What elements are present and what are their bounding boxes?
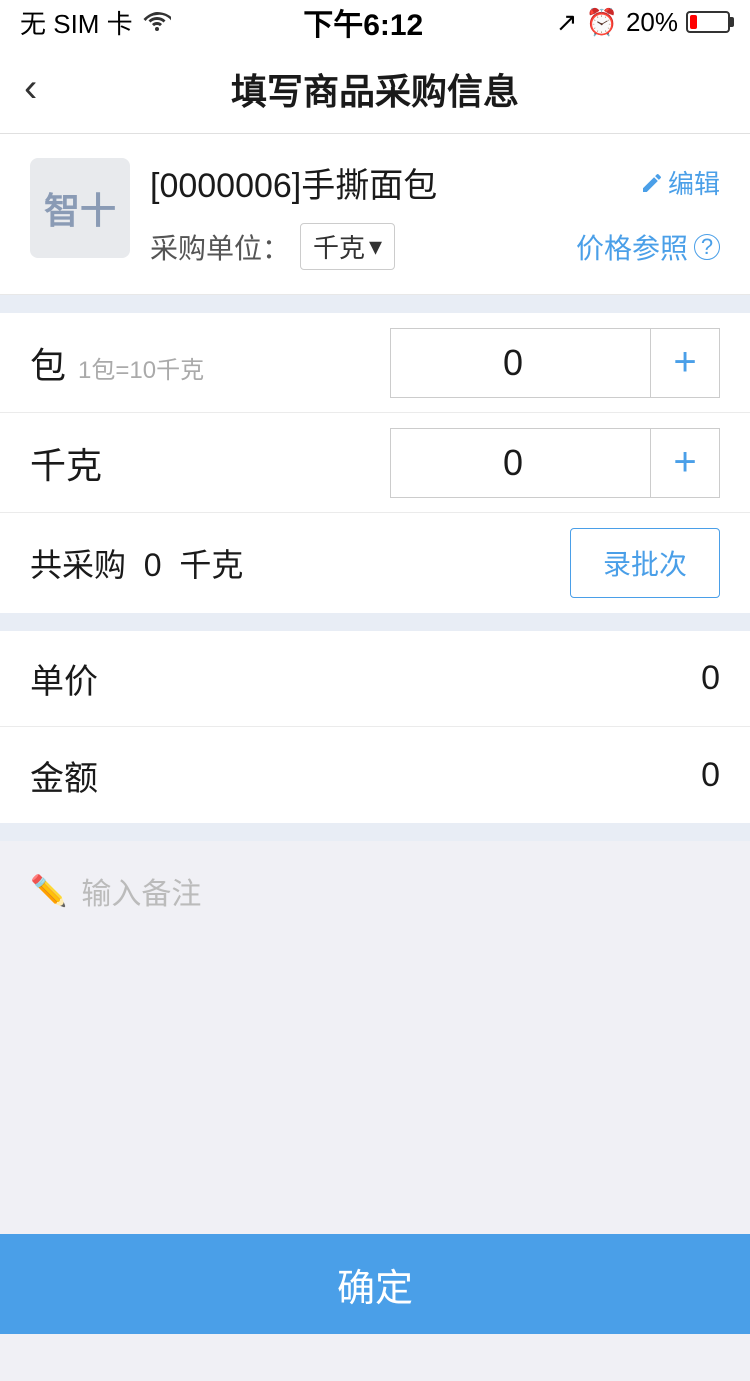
unit-price-value: 0 <box>701 659 720 698</box>
back-button[interactable]: ‹ <box>24 66 37 111</box>
amount-row: 金额 0 <box>0 727 750 823</box>
content-filler <box>0 941 750 1281</box>
kg-input-control: + <box>390 428 720 498</box>
unit-price-label: 单价 <box>30 654 98 703</box>
help-icon[interactable]: ? <box>694 234 720 260</box>
confirm-button-label: 确定 <box>337 1257 413 1312</box>
nav-bar: ‹ 填写商品采购信息 <box>0 44 750 134</box>
product-info: [0000006]手撕面包 编辑 采购单位： 千克 ▾ 价格参照 ? <box>150 158 720 270</box>
page-title: 填写商品采购信息 <box>231 63 519 115</box>
kg-plus-button[interactable]: + <box>650 428 720 498</box>
chevron-down-icon: ▾ <box>369 231 382 262</box>
battery-percent: 20% <box>626 7 678 38</box>
alarm-icon: ⏰ <box>586 7 618 38</box>
price-ref-button[interactable]: 价格参照 ? <box>576 227 720 267</box>
bag-sub-label: 1包=10千克 <box>78 350 204 385</box>
location-icon: ↗ <box>556 7 578 38</box>
status-bar: 无 SIM 卡 下午6:12 ↗ ⏰ 20% <box>0 0 750 44</box>
bag-input-row: 包 1包=10千克 + <box>0 313 750 413</box>
kg-label: 千克 <box>30 437 102 489</box>
bag-input-control: + <box>390 328 720 398</box>
bag-quantity-input[interactable] <box>390 328 650 398</box>
product-name: [0000006]手撕面包 <box>150 158 437 207</box>
bag-label: 包 <box>30 337 66 389</box>
section-divider-3 <box>0 823 750 841</box>
remark-placeholder: 输入备注 <box>81 869 201 913</box>
unit-row: 采购单位： 千克 ▾ 价格参照 ? <box>150 223 720 270</box>
pencil-icon: ✏️ <box>30 874 67 909</box>
status-left: 无 SIM 卡 <box>20 4 171 41</box>
total-row: 共采购 0 千克 录批次 <box>0 513 750 613</box>
kg-input-row: 千克 + <box>0 413 750 513</box>
product-card: 智十 [0000006]手撕面包 编辑 采购单位： 千克 ▾ 价格参照 ? <box>0 134 750 295</box>
status-time: 下午6:12 <box>303 0 423 44</box>
total-text: 共采购 0 千克 <box>30 540 243 586</box>
amount-value: 0 <box>701 756 720 795</box>
unit-prefix-label: 采购单位： <box>150 227 290 267</box>
status-right: ↗ ⏰ 20% <box>556 7 730 38</box>
product-logo: 智十 <box>44 182 116 234</box>
product-image: 智十 <box>30 158 130 258</box>
price-section: 单价 0 金额 0 <box>0 631 750 823</box>
confirm-button[interactable]: 确定 <box>0 1234 750 1334</box>
section-divider-2 <box>0 613 750 631</box>
unit-select[interactable]: 千克 ▾ <box>300 223 395 270</box>
amount-label: 金额 <box>30 751 98 800</box>
edit-button[interactable]: 编辑 <box>640 164 720 201</box>
wifi-icon <box>143 7 171 38</box>
unit-value: 千克 <box>313 228 365 265</box>
bag-label-group: 包 1包=10千克 <box>30 337 390 389</box>
total-amount: 0 <box>144 547 162 583</box>
kg-label-group: 千克 <box>30 437 390 489</box>
battery-icon <box>686 11 730 33</box>
carrier-label: 无 SIM 卡 <box>20 4 133 41</box>
kg-quantity-input[interactable] <box>390 428 650 498</box>
remark-section[interactable]: ✏️ 输入备注 <box>0 841 750 941</box>
bag-plus-button[interactable]: + <box>650 328 720 398</box>
unit-price-row: 单价 0 <box>0 631 750 727</box>
total-section: 共采购 0 千克 录批次 <box>0 513 750 613</box>
input-section: 包 1包=10千克 + 千克 + <box>0 313 750 513</box>
batch-button[interactable]: 录批次 <box>570 528 720 598</box>
section-divider-1 <box>0 295 750 313</box>
product-name-row: [0000006]手撕面包 编辑 <box>150 158 720 207</box>
